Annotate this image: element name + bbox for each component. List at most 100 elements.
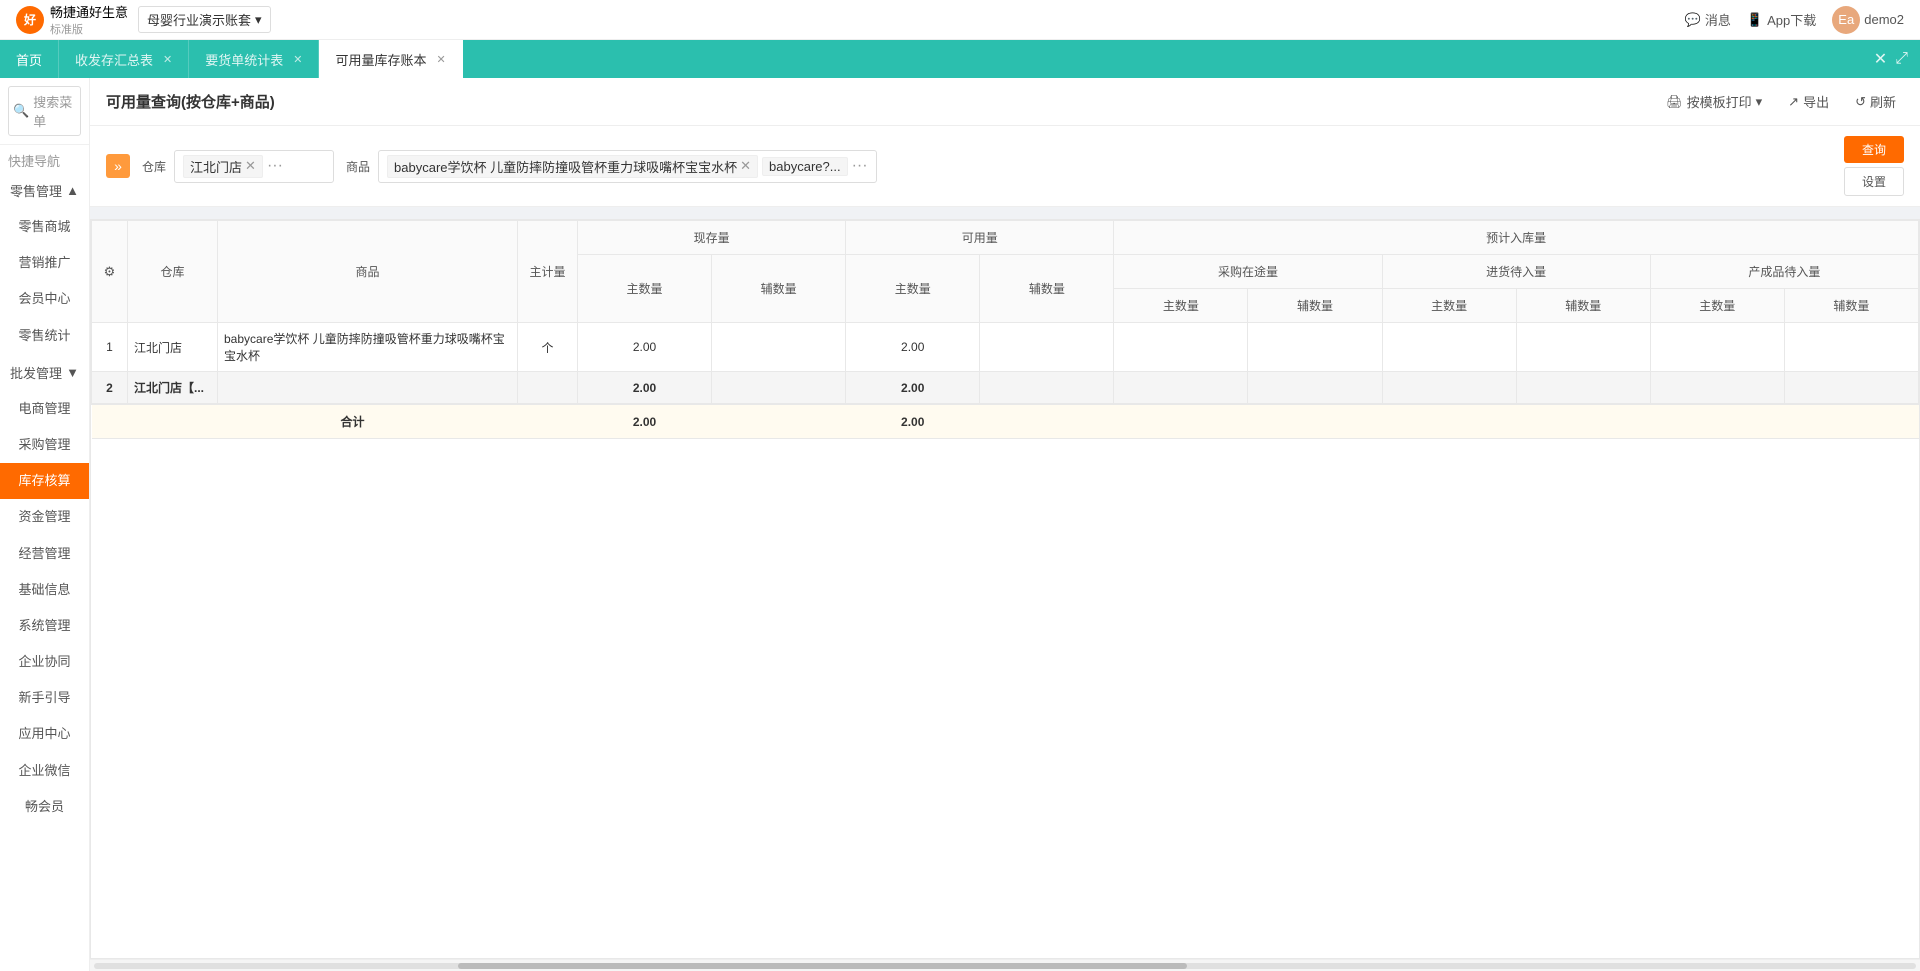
sidebar-item-retail-stats[interactable]: 零售统计 (0, 318, 89, 354)
footer-row: 合计 2.00 2.00 (92, 404, 1919, 439)
row1-avail-main: 2.00 (846, 323, 980, 372)
tab-expand-btn[interactable]: ⤢ (1895, 50, 1908, 68)
group-unit (518, 372, 578, 405)
col-warehouse: 仓库 (128, 221, 218, 323)
export-btn[interactable]: ↗ 导出 (1780, 88, 1837, 115)
user-profile[interactable]: Ea demo2 (1832, 6, 1904, 34)
tab-close-all-btn[interactable]: ✕ (1874, 49, 1887, 69)
industry-selector[interactable]: 母婴行业演示账套 ▾ (138, 6, 271, 33)
refresh-icon: ↺ (1855, 94, 1866, 110)
sidebar-item-app-center[interactable]: 应用中心 (0, 716, 89, 752)
sidebar-item-retail-mall[interactable]: 零售商城 (0, 209, 89, 245)
sidebar-item-retail-mgmt[interactable]: 零售管理 ▲ (0, 172, 89, 209)
col-purchase-group: 采购在途量 (1114, 255, 1382, 289)
sidebar-search-area: 🔍 快捷导航 搜索菜单 (0, 78, 89, 145)
sidebar-item-member-vip[interactable]: 畅会员 (0, 789, 89, 825)
sidebar-item-sys-mgmt[interactable]: 系统管理 (0, 608, 89, 644)
sidebar-item-purchase-mgmt[interactable]: 采购管理 (0, 427, 89, 463)
tab-available[interactable]: 可用量库存账本 ✕ (319, 40, 462, 78)
horizontal-scrollbar[interactable] (90, 959, 1920, 971)
close-order-tab[interactable]: ✕ (293, 53, 302, 66)
remove-product-tag-1[interactable]: ✕ (740, 158, 751, 174)
logo-text: 畅捷通好生意 标准版 (50, 2, 128, 37)
product-more-btn[interactable]: ··· (852, 157, 868, 175)
close-available-tab[interactable]: ✕ (437, 53, 446, 66)
appdown-btn[interactable]: 📱 App下载 (1747, 10, 1816, 29)
col-stock-main: 主数量 (578, 255, 712, 323)
content-area: 可用量查询(按仓库+商品) 🖨 按模板打印 ▾ ↗ 导出 ↺ 刷新 » (90, 78, 1920, 971)
col-purchase-main: 主数量 (1114, 289, 1248, 323)
remove-warehouse-tag[interactable]: ✕ (245, 158, 256, 174)
col-avail-group: 可用量 (846, 221, 1114, 255)
footer-stock-main: 2.00 (578, 404, 712, 439)
warehouse-input[interactable]: 江北门店 ✕ ··· (174, 150, 334, 183)
refresh-btn[interactable]: ↺ 刷新 (1847, 88, 1904, 115)
col-production-aux: 辅数量 (1784, 289, 1918, 323)
col-arrival-group: 进货待入量 (1382, 255, 1650, 289)
expand-filter-btn[interactable]: » (106, 154, 130, 178)
logo-icon: 好 (16, 6, 44, 34)
sidebar-item-operation-mgmt[interactable]: 经营管理 (0, 536, 89, 572)
row1-product: babycare学饮杯 儿童防摔防撞吸管杯重力球吸嘴杯宝宝水杯 (218, 323, 518, 372)
col-stock-group: 现存量 (578, 221, 846, 255)
tab-order[interactable]: 要货单统计表 ✕ (189, 40, 319, 78)
row1-stock-main: 2.00 (578, 323, 712, 372)
tab-bar-right: ✕ ⤢ (1862, 40, 1920, 78)
top-bar: 好 畅捷通好生意 标准版 母婴行业演示账套 ▾ 💬 消息 📱 App下载 Ea … (0, 0, 1920, 40)
row1-arrival-aux (1516, 323, 1650, 372)
top-bar-left: 好 畅捷通好生意 标准版 母婴行业演示账套 ▾ (16, 2, 271, 37)
product-input[interactable]: babycare学饮杯 儿童防摔防撞吸管杯重力球吸嘴杯宝宝水杯 ✕ babyca… (378, 150, 877, 183)
sidebar-item-wholesale-mgmt[interactable]: 批发管理 ▼ (0, 354, 89, 391)
sidebar-item-enterprise-collab[interactable]: 企业协同 (0, 644, 89, 680)
group-production-aux (1784, 372, 1918, 405)
print-icon: 🖨 (1666, 94, 1683, 110)
sidebar-item-basic-info[interactable]: 基础信息 (0, 572, 89, 608)
query-button[interactable]: 查询 (1844, 136, 1904, 163)
close-receive-tab[interactable]: ✕ (163, 53, 172, 66)
sidebar-item-ecom-mgmt[interactable]: 电商管理 (0, 391, 89, 427)
print-btn[interactable]: 🖨 按模板打印 ▾ (1658, 88, 1770, 115)
search-icon: 🔍 (13, 103, 29, 119)
tab-receive[interactable]: 收发存汇总表 ✕ (59, 40, 189, 78)
sidebar-item-new-guide[interactable]: 新手引导 (0, 680, 89, 716)
group-warehouse: 江北门店【... (128, 372, 218, 405)
group-product (218, 372, 518, 405)
row1-warehouse: 江北门店 (128, 323, 218, 372)
col-stock-aux: 辅数量 (712, 255, 846, 323)
group-summary-row: 2 江北门店【... 2.00 2.00 (92, 372, 1919, 405)
row1-purchase-main (1114, 323, 1248, 372)
group-purchase-main (1114, 372, 1248, 405)
group-stock-aux (712, 372, 846, 405)
page-actions: 🖨 按模板打印 ▾ ↗ 导出 ↺ 刷新 (1658, 88, 1904, 115)
sidebar-item-member-center[interactable]: 会员中心 (0, 281, 89, 317)
sidebar-item-marketing[interactable]: 营销推广 (0, 245, 89, 281)
row1-production-aux (1784, 323, 1918, 372)
tab-home[interactable]: 首页 (0, 40, 59, 78)
avatar: Ea (1832, 6, 1860, 34)
group-avail-main: 2.00 (846, 372, 980, 405)
logo: 好 畅捷通好生意 标准版 (16, 2, 128, 37)
page-title: 可用量查询(按仓库+商品) (106, 91, 275, 112)
top-bar-right: 💬 消息 📱 App下载 Ea demo2 (1685, 6, 1904, 34)
setting-button[interactable]: 设置 (1844, 167, 1904, 196)
table-row: 1 江北门店 babycare学饮杯 儿童防摔防撞吸管杯重力球吸嘴杯宝宝水杯 个… (92, 323, 1919, 372)
footer-label: 合计 (128, 404, 578, 439)
warehouse-more-btn[interactable]: ··· (267, 157, 283, 175)
sidebar-item-finance-mgmt[interactable]: 资金管理 (0, 499, 89, 535)
product-tag-1: babycare学饮杯 儿童防摔防撞吸管杯重力球吸嘴杯宝宝水杯 ✕ (387, 155, 758, 178)
col-production-main: 主数量 (1650, 289, 1784, 323)
message-btn[interactable]: 💬 消息 (1685, 10, 1731, 29)
group-arrival-main (1382, 372, 1516, 405)
print-chevron-icon: ▾ (1756, 94, 1763, 110)
sidebar-quick-nav[interactable]: 快捷导航 (0, 145, 89, 172)
group-production-main (1650, 372, 1784, 405)
sidebar-item-enterprise-wechat[interactable]: 企业微信 (0, 753, 89, 789)
sidebar-item-inventory-check[interactable]: 库存核算 (0, 463, 89, 499)
col-arrival-main: 主数量 (1382, 289, 1516, 323)
sidebar-search-btn[interactable]: 🔍 快捷导航 搜索菜单 (8, 86, 81, 136)
col-product: 商品 (218, 221, 518, 323)
col-arrival-aux: 辅数量 (1516, 289, 1650, 323)
row1-unit: 个 (518, 323, 578, 372)
filter-actions: 查询 设置 (1844, 136, 1904, 196)
scrollbar-thumb[interactable] (458, 963, 1187, 969)
